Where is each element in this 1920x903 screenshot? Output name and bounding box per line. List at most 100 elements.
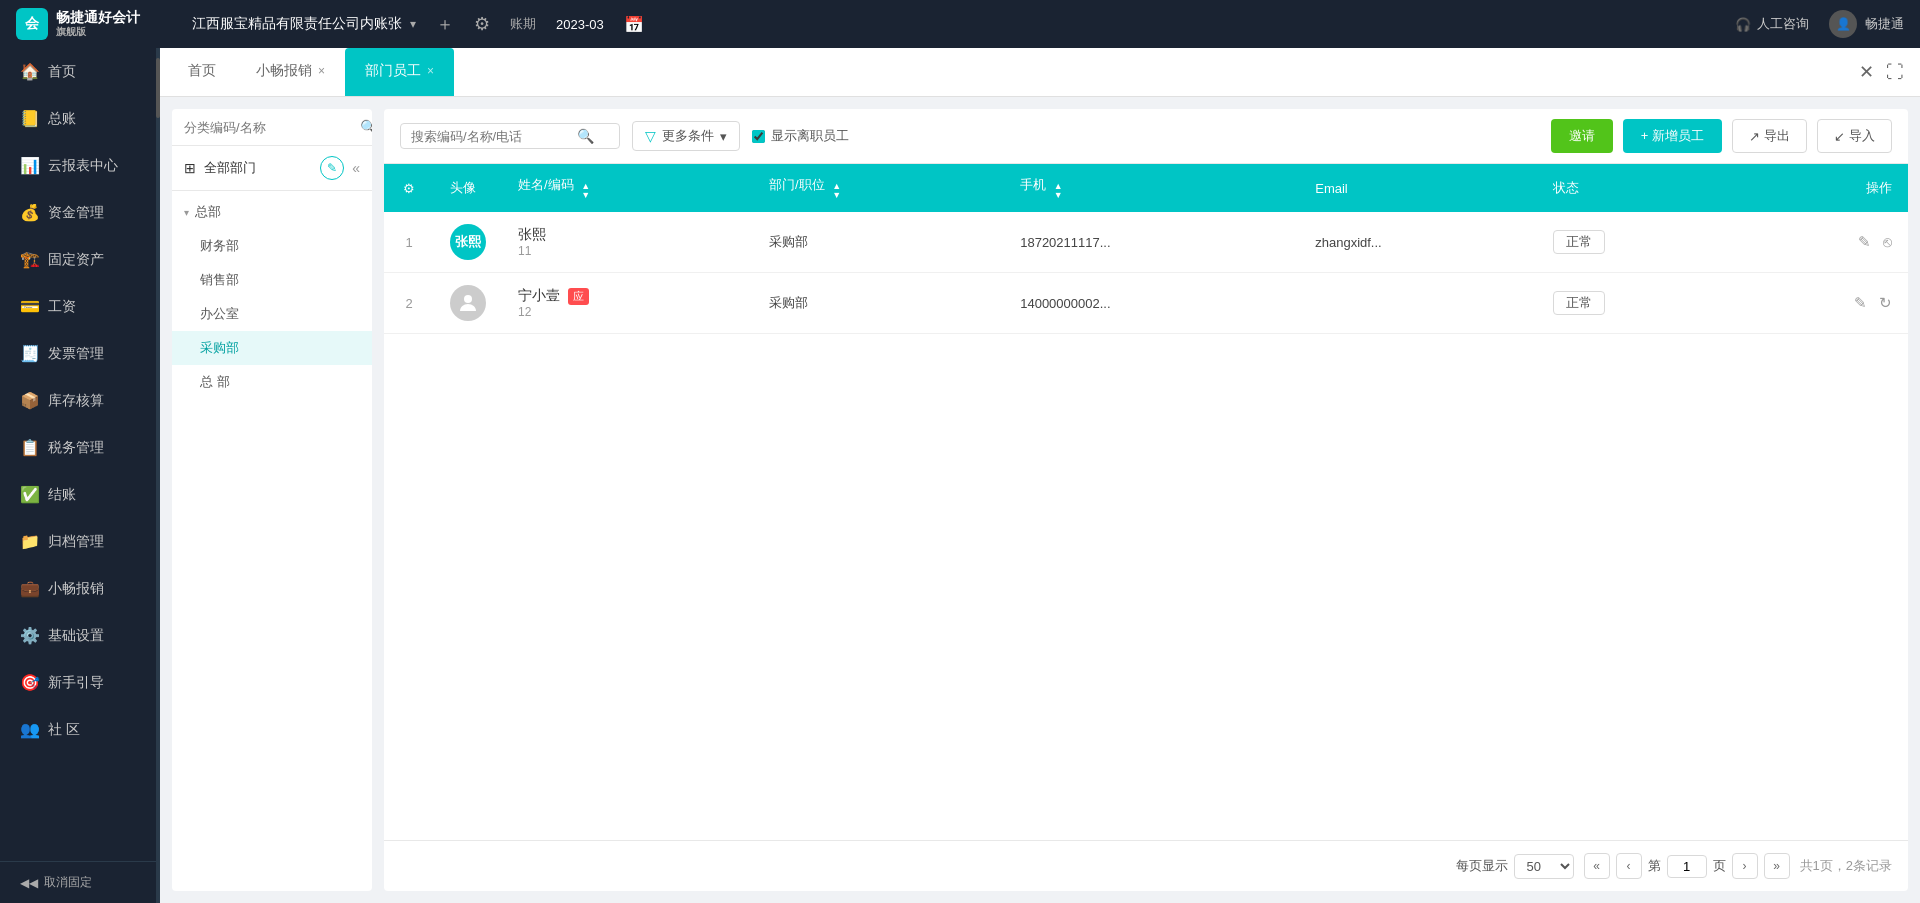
edit-icon[interactable]: ✎ — [1854, 294, 1867, 312]
row-num: 2 — [384, 273, 434, 334]
sidebar-item-reports[interactable]: 📊 云报表中心 — [0, 142, 160, 189]
edit-icon[interactable]: ✎ — [1858, 233, 1871, 251]
company-name: 江西服宝精品有限责任公司内账张 — [192, 15, 402, 33]
dept-node-headquarters[interactable]: 总 部 — [172, 365, 372, 399]
per-page-label: 每页显示 — [1456, 857, 1508, 875]
support-button[interactable]: 🎧 人工咨询 — [1735, 15, 1809, 33]
checkout-icon: ✅ — [20, 485, 38, 504]
tab-expense-close[interactable]: × — [318, 64, 325, 78]
first-page-button[interactable]: « — [1584, 853, 1610, 879]
col-phone[interactable]: 手机 ▲▼ — [1004, 164, 1299, 212]
show-resigned-checkbox[interactable] — [752, 130, 765, 143]
main-layout: 🏠 首页 📒 总账 📊 云报表中心 💰 资金管理 🏗️ 固定资产 💳 工资 🧾 … — [0, 48, 1920, 903]
col-name[interactable]: 姓名/编码 ▲▼ — [502, 164, 753, 212]
sidebar-item-settings[interactable]: ⚙️ 基础设置 — [0, 612, 160, 659]
cancel-fixed-button[interactable]: ◀◀ 取消固定 — [0, 861, 160, 903]
sidebar-item-checkout[interactable]: ✅ 结账 — [0, 471, 160, 518]
action-icons: ✎ ↻ — [1755, 294, 1892, 312]
export-icon: ↗ — [1749, 129, 1760, 144]
sidebar-item-fixed-assets[interactable]: 🏗️ 固定资产 — [0, 236, 160, 283]
user-area[interactable]: 👤 畅捷通 — [1829, 10, 1904, 38]
avatar: 张熙 — [450, 224, 486, 260]
dept-node-finance[interactable]: 财务部 — [172, 229, 372, 263]
import-button[interactable]: ↙ 导入 — [1817, 119, 1892, 153]
dept-node-sales[interactable]: 销售部 — [172, 263, 372, 297]
tab-dept[interactable]: 部门员工 × — [345, 48, 454, 96]
refresh-icon[interactable]: ↻ — [1879, 294, 1892, 312]
sidebar-item-expense[interactable]: 💼 小畅报销 — [0, 565, 160, 612]
sidebar-item-archive[interactable]: 📁 归档管理 — [0, 518, 160, 565]
row-avatar-cell — [434, 273, 502, 334]
sidebar-item-salary[interactable]: 💳 工资 — [0, 283, 160, 330]
row-dept-cell: 采购部 — [753, 212, 1004, 273]
invite-button[interactable]: 邀请 — [1551, 119, 1613, 153]
col-dept[interactable]: 部门/职位 ▲▼ — [753, 164, 1004, 212]
sidebar-item-guide[interactable]: 🎯 新手引导 — [0, 659, 160, 706]
company-selector[interactable]: 江西服宝精品有限责任公司内账张 ▾ — [192, 15, 416, 33]
export-button[interactable]: ↗ 导出 — [1732, 119, 1807, 153]
logo-icon: 会 — [16, 8, 48, 40]
sidebar-item-label: 总账 — [48, 110, 76, 128]
next-page-button[interactable]: › — [1732, 853, 1758, 879]
page-suffix: 页 — [1713, 857, 1726, 875]
per-page-select: 每页显示 50 10 20 100 — [1456, 854, 1574, 879]
dept-collapse-icon[interactable]: « — [352, 160, 360, 176]
dept-node-parent[interactable]: ▾ 总部 — [172, 195, 372, 229]
show-resigned-label[interactable]: 显示离职员工 — [752, 127, 849, 145]
pagination: 每页显示 50 10 20 100 « ‹ 第 — [384, 840, 1908, 891]
employee-search-icon[interactable]: 🔍 — [577, 128, 594, 144]
sidebar-item-general-ledger[interactable]: 📒 总账 — [0, 95, 160, 142]
page-nav: « ‹ 第 页 › » — [1584, 853, 1790, 879]
top-bar: 会 畅捷通好会计 旗舰版 江西服宝精品有限责任公司内账张 ▾ ＋ ⚙ 账期 20… — [0, 0, 1920, 48]
dept-search-icon[interactable]: 🔍 — [360, 119, 372, 135]
archive-icon: 📁 — [20, 532, 38, 551]
top-bar-middle: ＋ ⚙ 账期 2023-03 📅 — [436, 12, 644, 36]
more-filter-button[interactable]: ▽ 更多条件 ▾ — [632, 121, 740, 151]
per-page-dropdown[interactable]: 50 10 20 100 — [1514, 854, 1574, 879]
prev-page-button[interactable]: ‹ — [1616, 853, 1642, 879]
add-icon[interactable]: ＋ — [436, 12, 454, 36]
phone-sort-arrows: ▲▼ — [1054, 182, 1063, 200]
maximize-icon[interactable]: ⛶ — [1886, 62, 1904, 83]
tab-dept-close[interactable]: × — [427, 64, 434, 78]
tabs-bar: 首页 小畅报销 × 部门员工 × ✕ ⛶ — [160, 48, 1920, 97]
sidebar-item-community[interactable]: 👥 社 区 — [0, 706, 160, 753]
dept-edit-button[interactable]: ✎ — [320, 156, 344, 180]
dept-node-purchase[interactable]: 采购部 — [172, 331, 372, 365]
total-info: 共1页，2条记录 — [1800, 857, 1892, 875]
sidebar-item-label: 税务管理 — [48, 439, 104, 457]
salary-icon: 💳 — [20, 297, 38, 316]
name-code: 宁小壹 应 12 — [518, 287, 737, 319]
logout-icon[interactable]: ⎋ — [1883, 233, 1892, 251]
settings-icon[interactable]: ⚙ — [474, 13, 490, 35]
sidebar-item-invoice[interactable]: 🧾 发票管理 — [0, 330, 160, 377]
filter-label: 更多条件 — [662, 127, 714, 145]
employee-table: ⚙ 头像 姓名/编码 ▲▼ 部门/职位 ▲▼ — [384, 164, 1908, 334]
tab-home[interactable]: 首页 — [168, 48, 236, 96]
status-badge: 正常 — [1553, 230, 1605, 254]
sidebar-scrollbar[interactable] — [156, 48, 160, 903]
tab-expense[interactable]: 小畅报销 × — [236, 48, 345, 96]
sidebar-item-tax[interactable]: 📋 税务管理 — [0, 424, 160, 471]
dept-search-area: 🔍 — [172, 109, 372, 146]
sidebar-item-funds[interactable]: 💰 资金管理 — [0, 189, 160, 236]
dept-node-office[interactable]: 办公室 — [172, 297, 372, 331]
dept-header: ⊞ 全部部门 ✎ « — [172, 146, 372, 191]
reports-icon: 📊 — [20, 156, 38, 175]
close-window-icon[interactable]: ✕ — [1859, 61, 1874, 83]
add-employee-button[interactable]: + 新增员工 — [1623, 119, 1722, 153]
dept-search-input[interactable] — [184, 120, 352, 135]
last-page-button[interactable]: » — [1764, 853, 1790, 879]
row-phone-cell: 14000000002... — [1004, 273, 1299, 334]
calendar-icon[interactable]: 📅 — [624, 15, 644, 34]
sidebar-item-home[interactable]: 🏠 首页 — [0, 48, 160, 95]
employee-code: 11 — [518, 244, 737, 258]
page-number-input[interactable] — [1667, 855, 1707, 878]
import-label: 导入 — [1849, 127, 1875, 145]
sidebar-item-inventory[interactable]: 📦 库存核算 — [0, 377, 160, 424]
employee-search-input[interactable] — [411, 129, 571, 144]
col-settings[interactable]: ⚙ — [384, 164, 434, 212]
export-label: 导出 — [1764, 127, 1790, 145]
employee-code: 12 — [518, 305, 737, 319]
avatar — [450, 285, 486, 321]
